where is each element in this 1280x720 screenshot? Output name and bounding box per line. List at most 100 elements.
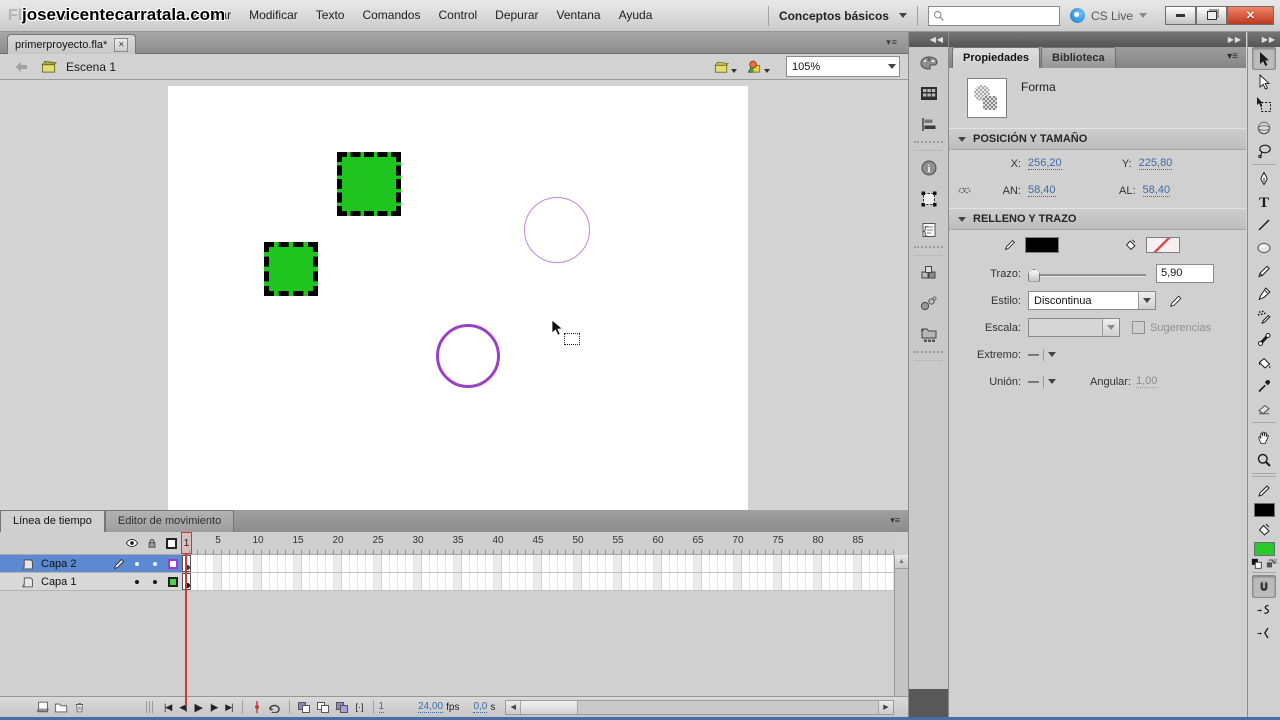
goto-first-frame-button[interactable]: |◀ [160, 702, 175, 713]
tool-oval[interactable] [1252, 236, 1276, 259]
x-value[interactable]: 256,20 [1028, 157, 1062, 170]
zoom-level-combo[interactable]: 105% [786, 56, 900, 77]
dock-panel-project[interactable] [909, 319, 948, 350]
shape-green-square-2[interactable] [264, 242, 318, 296]
shape-green-square-1[interactable] [337, 152, 401, 216]
swap-colors-icon[interactable] [1266, 558, 1278, 570]
frame-row-capa2[interactable] [182, 555, 894, 573]
tool-spray-brush[interactable] [1252, 305, 1276, 328]
document-tab[interactable]: primerproyecto.fla* ✕ [7, 34, 137, 55]
dock-collapse-header[interactable]: ◀◀ [909, 32, 948, 47]
tool-text[interactable]: T [1252, 190, 1276, 213]
tool-eraser[interactable] [1252, 397, 1276, 420]
dock-panel-align[interactable] [909, 109, 948, 140]
scroll-left-icon[interactable]: ◀ [506, 700, 522, 714]
tool-lasso[interactable] [1252, 139, 1276, 162]
fill-color-swatch[interactable] [1146, 237, 1180, 253]
lock-layers-icon[interactable] [144, 535, 160, 551]
show-hide-layers-icon[interactable] [124, 535, 140, 551]
tool-free-transform[interactable] [1252, 93, 1276, 116]
tools-collapse-header[interactable]: ▶▶ [1248, 32, 1280, 47]
play-button[interactable]: ▶ [191, 701, 206, 714]
resize-grip[interactable] [146, 701, 154, 713]
restore-button[interactable] [1196, 6, 1227, 25]
tool-bone[interactable] [1252, 328, 1276, 351]
new-layer-button[interactable] [34, 699, 52, 715]
stroke-weight-slider[interactable] [1028, 268, 1146, 282]
menu-ventana[interactable]: Ventana [548, 0, 610, 31]
lock-dimensions-icon[interactable] [957, 183, 972, 198]
fill-color-swatch[interactable] [1253, 542, 1275, 556]
step-back-button[interactable]: ◀| [175, 702, 190, 713]
tool-zoom[interactable] [1252, 448, 1276, 471]
dock-panel-swatches[interactable] [909, 78, 948, 109]
scrollbar-thumb[interactable] [521, 700, 579, 714]
search-input[interactable] [927, 5, 1060, 26]
tool-pencil[interactable] [1252, 259, 1276, 282]
dock-panel-motion-presets[interactable] [909, 288, 948, 319]
menu-control[interactable]: Control [429, 0, 486, 31]
tool-brush[interactable] [1252, 282, 1276, 305]
layer-visibility-dot[interactable] [128, 561, 146, 566]
stroke-weight-input[interactable]: 5,90 [1156, 264, 1214, 283]
timeline-panel-menu-icon[interactable]: ▾≡ [890, 515, 900, 526]
section-position-size[interactable]: POSICIÓN Y TAMAÑO [949, 128, 1246, 150]
shape-purple-circle-2[interactable] [436, 324, 500, 388]
layer-row-capa1[interactable]: Capa 1 [0, 573, 182, 591]
y-value[interactable]: 225,80 [1138, 157, 1173, 170]
stroke-color-swatch[interactable] [1025, 237, 1059, 253]
menu-depurar[interactable]: Depurar [486, 0, 547, 31]
workspace-switcher[interactable]: Conceptos básicos [779, 9, 907, 23]
timeline-vertical-scrollbar[interactable]: ▲ [894, 555, 908, 706]
layer-visibility-dot[interactable] [128, 579, 146, 584]
layer-lock-dot[interactable] [146, 561, 164, 566]
dock-panel-components[interactable] [909, 257, 948, 288]
modify-markers-button[interactable]: [·] [352, 702, 368, 712]
dock-panel-color[interactable] [909, 47, 948, 78]
edit-symbols-button[interactable] [743, 58, 772, 75]
shape-purple-circle-1[interactable] [524, 197, 590, 263]
panel-menu-icon[interactable]: ▾≡ [1227, 51, 1238, 62]
scroll-right-icon[interactable]: ▶ [878, 700, 893, 714]
menu-comandos[interactable]: Comandos [353, 0, 429, 31]
tool-stroke-color[interactable] [1252, 479, 1276, 502]
elapsed-time-value[interactable]: 0,0 [473, 701, 488, 713]
dock-panel-info[interactable]: i [909, 152, 948, 183]
tool-option-smooth[interactable] [1252, 598, 1276, 621]
edit-scene-button[interactable] [711, 59, 739, 75]
minimize-button[interactable] [1165, 6, 1196, 25]
frame-rate-value[interactable]: 24,00 [418, 701, 444, 713]
tool-option-straighten[interactable] [1252, 621, 1276, 644]
cap-selector[interactable]: — [1028, 348, 1056, 361]
tab-close-icon[interactable]: ✕ [114, 38, 129, 52]
width-value[interactable]: 58,40 [1028, 184, 1056, 197]
frame-row-capa1[interactable] [182, 573, 894, 591]
stroke-style-combo[interactable]: Discontinua [1028, 291, 1156, 310]
playhead-frame-number[interactable]: 1 [181, 532, 192, 554]
tool-option-snap-magnet[interactable] [1252, 575, 1276, 598]
miter-value[interactable]: 1,00 [1135, 375, 1158, 388]
layer-row-capa2[interactable]: Capa 2 [0, 555, 182, 573]
dock-panel-transform[interactable] [909, 183, 948, 214]
outline-layers-icon[interactable] [163, 535, 179, 551]
tool-selection[interactable] [1252, 47, 1276, 70]
layer-outline-swatch[interactable] [164, 576, 182, 587]
back-arrow-icon[interactable] [14, 61, 28, 73]
menu-modificar[interactable]: Modificar [240, 0, 307, 31]
layer-lock-dot[interactable] [146, 579, 164, 584]
join-selector[interactable]: — [1028, 375, 1056, 388]
goto-last-frame-button[interactable]: ▶| [221, 702, 236, 713]
section-fill-stroke[interactable]: RELLENO Y TRAZO [949, 208, 1246, 230]
edit-stroke-style-icon[interactable] [1168, 294, 1184, 308]
tool-pen[interactable] [1252, 167, 1276, 190]
scroll-up-icon[interactable]: ▲ [895, 555, 908, 569]
tool-subselection[interactable] [1252, 70, 1276, 93]
menu-texto[interactable]: Texto [307, 0, 354, 31]
tab-editor-de-movimiento[interactable]: Editor de movimiento [104, 510, 235, 532]
tool-line[interactable] [1252, 213, 1276, 236]
stage[interactable] [168, 86, 748, 510]
step-forward-button[interactable]: |▶ [206, 702, 221, 713]
tool-hand[interactable] [1252, 425, 1276, 448]
layer-outline-swatch[interactable] [164, 558, 182, 569]
height-value[interactable]: 58,40 [1142, 184, 1171, 197]
